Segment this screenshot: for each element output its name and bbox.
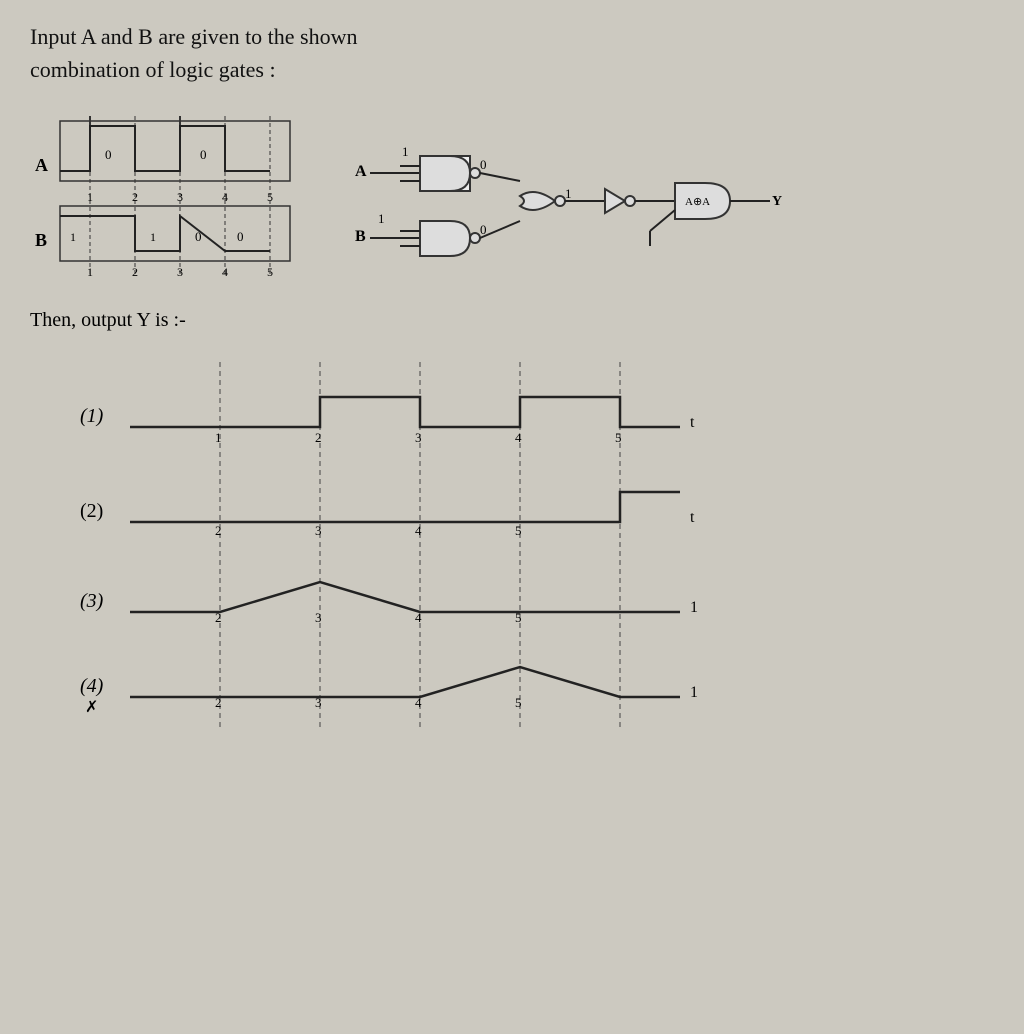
logic-gate-svg: A B 1 0 1 0 xyxy=(340,101,870,301)
svg-text:0: 0 xyxy=(480,157,487,172)
svg-text:1: 1 xyxy=(402,144,409,159)
svg-text:5: 5 xyxy=(515,695,522,710)
svg-text:A: A xyxy=(35,155,48,175)
header-text: Input A and B are given to the shown com… xyxy=(30,20,994,86)
svg-text:1: 1 xyxy=(690,684,698,701)
svg-text:3: 3 xyxy=(315,610,322,625)
svg-text:1: 1 xyxy=(70,230,76,244)
svg-text:2: 2 xyxy=(132,190,138,204)
input-waveform-svg: A B 1 2 3 4 5 1 2 3 4 5 0 0 xyxy=(30,101,310,301)
svg-text:2: 2 xyxy=(215,523,222,538)
svg-text:3: 3 xyxy=(415,430,422,445)
svg-text:0: 0 xyxy=(105,147,112,162)
svg-text:2: 2 xyxy=(132,265,138,279)
svg-text:3: 3 xyxy=(315,523,322,538)
svg-text:1: 1 xyxy=(565,186,572,201)
svg-text:1: 1 xyxy=(378,211,385,226)
svg-text:1: 1 xyxy=(87,190,93,204)
svg-text:A: A xyxy=(355,163,367,180)
svg-text:2: 2 xyxy=(315,430,322,445)
svg-text:5: 5 xyxy=(615,430,622,445)
svg-text:4: 4 xyxy=(515,430,522,445)
diagram-section: A B 1 2 3 4 5 1 2 3 4 5 0 0 xyxy=(30,96,994,301)
svg-text:B: B xyxy=(355,228,366,245)
svg-text:4: 4 xyxy=(222,190,228,204)
svg-text:5: 5 xyxy=(267,190,273,204)
svg-text:0: 0 xyxy=(200,147,207,162)
svg-text:0: 0 xyxy=(237,229,244,244)
svg-text:1: 1 xyxy=(690,599,698,616)
svg-text:(1): (1) xyxy=(80,405,104,427)
svg-text:5: 5 xyxy=(267,265,273,279)
output-title: Then, output Y is :- xyxy=(30,309,994,332)
svg-text:3: 3 xyxy=(177,265,183,279)
svg-text:✗: ✗ xyxy=(85,699,98,716)
svg-text:4: 4 xyxy=(222,265,228,279)
svg-text:1: 1 xyxy=(150,230,156,244)
svg-text:(4): (4) xyxy=(80,675,104,697)
svg-text:t: t xyxy=(690,509,695,526)
svg-text:Y: Y xyxy=(772,194,782,209)
svg-text:(3): (3) xyxy=(80,590,104,612)
svg-text:4: 4 xyxy=(415,523,422,538)
output-options-svg: (1) (2) (3) (4) ✗ 1 2 3 4 5 t 2 3 4 5 t … xyxy=(70,352,850,732)
svg-text:B: B xyxy=(35,230,47,250)
svg-text:t: t xyxy=(690,414,695,431)
svg-text:5: 5 xyxy=(515,523,522,538)
svg-text:(2): (2) xyxy=(80,500,103,522)
svg-text:1: 1 xyxy=(87,265,93,279)
header-line1: Input A and B are given to the shown xyxy=(30,24,358,49)
page: Input A and B are given to the shown com… xyxy=(0,0,1024,1034)
svg-text:A⊕A: A⊕A xyxy=(685,196,710,208)
header-line2: combination of logic gates : xyxy=(30,57,276,82)
svg-text:3: 3 xyxy=(177,190,183,204)
svg-text:1: 1 xyxy=(215,430,222,445)
